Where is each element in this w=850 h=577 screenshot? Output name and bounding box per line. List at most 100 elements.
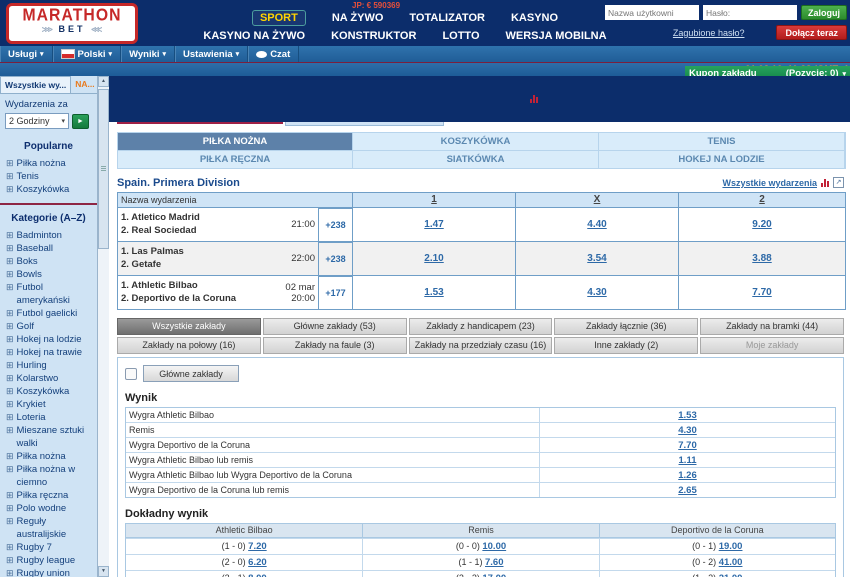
nav-kasyno[interactable]: KASYNO	[511, 12, 558, 24]
nav-totalizator[interactable]: TOTALIZATOR	[409, 12, 485, 24]
odds-link[interactable]: 1.26	[678, 470, 697, 481]
sidebar-category[interactable]: ⊞Rugby league	[0, 554, 97, 567]
sidebar-category[interactable]: ⊞Krykiet	[0, 398, 97, 411]
sidebar-category[interactable]: ⊞Piłka ręczna	[0, 489, 97, 502]
expand-icon[interactable]: ⊞	[6, 372, 14, 385]
sport-tab-tenis[interactable]: TENIS	[599, 133, 844, 150]
sidebar-item-tenis[interactable]: ⊞Tenis	[0, 170, 97, 183]
markets-count[interactable]: +238	[319, 242, 352, 275]
odds-1[interactable]: 1.53	[424, 287, 443, 298]
odds-x[interactable]: 4.40	[587, 219, 606, 230]
expand-icon[interactable]: ⊞	[6, 229, 14, 242]
market-tab-handicap[interactable]: Zakłady z handicapem (23)	[409, 318, 553, 335]
odds-link[interactable]: 17.00	[482, 573, 506, 577]
odds-x[interactable]: 4.30	[587, 287, 606, 298]
expand-icon[interactable]: ⊞	[6, 541, 14, 554]
sidebar-item-koszykowka[interactable]: ⊞Koszykówka	[0, 183, 97, 196]
expand-icon[interactable]: ⊞	[6, 307, 14, 320]
external-link-icon[interactable]: ↗	[833, 177, 844, 188]
menu-language[interactable]: Polski▾	[53, 46, 122, 62]
nav-sport[interactable]: SPORT	[252, 10, 306, 26]
sidebar-tab-live[interactable]: NA...	[71, 76, 97, 93]
expand-icon[interactable]: ⊞	[6, 515, 14, 541]
nav-wersja-mobilna[interactable]: WERSJA MOBILNA	[506, 30, 607, 42]
sidebar-category[interactable]: ⊞Reguły australijskie	[0, 515, 97, 541]
odds-link[interactable]: 19.00	[719, 541, 743, 552]
sidebar-category[interactable]: ⊞Hurling	[0, 359, 97, 372]
odds-header-1[interactable]: 1	[352, 193, 515, 207]
market-tab-goals[interactable]: Zakłady na bramki (44)	[700, 318, 844, 335]
expand-icon[interactable]: ⊞	[6, 411, 14, 424]
sport-tab-siatkowka[interactable]: SIATKÓWKA	[353, 151, 598, 168]
expand-icon[interactable]: ⊞	[6, 359, 14, 372]
expand-icon[interactable]: ⊞	[6, 463, 14, 489]
odds-link[interactable]: 7.70	[678, 440, 697, 451]
odds-link[interactable]: 1.53	[678, 410, 697, 421]
sidebar-category[interactable]: ⊞Futbol gaelicki	[0, 307, 97, 320]
odds-link[interactable]: 2.65	[678, 485, 697, 496]
sport-tab-hokej[interactable]: HOKEJ NA LODZIE	[599, 151, 844, 168]
events-period-select[interactable]: 2 Godziny▾	[5, 113, 69, 129]
odds-header-x[interactable]: X	[515, 193, 678, 207]
odds-link[interactable]: 1.11	[679, 455, 697, 466]
sport-tab-pilka-nozna[interactable]: PIŁKA NOŻNA	[118, 133, 352, 150]
menu-czat[interactable]: Czat	[248, 46, 299, 62]
go-button[interactable]: ►	[72, 114, 89, 129]
odds-header-2[interactable]: 2	[678, 193, 845, 207]
market-tab-time-intervals[interactable]: Zakłady na przedziały czasu (16)	[409, 337, 553, 354]
sidebar-category[interactable]: ⊞Kolarstwo	[0, 372, 97, 385]
expand-icon[interactable]: ⊞	[6, 398, 14, 411]
market-tab-my-bets[interactable]: Moje zakłady	[700, 337, 844, 354]
checkbox-icon[interactable]	[125, 368, 137, 380]
odds-link[interactable]: 4.30	[678, 425, 697, 436]
sidebar-category[interactable]: ⊞Koszykówka	[0, 385, 97, 398]
expand-icon[interactable]: ⊞	[6, 502, 14, 515]
lost-password-link[interactable]: Zagubione hasło?	[673, 28, 745, 38]
odds-link[interactable]: 41.00	[719, 557, 743, 568]
market-tab-fouls[interactable]: Zakłady na faule (3)	[263, 337, 407, 354]
nav-konstruktor[interactable]: KONSTRUKTOR	[331, 30, 416, 42]
expand-icon[interactable]: ⊞	[6, 489, 14, 502]
odds-link[interactable]: 7.20	[248, 541, 267, 552]
scrollbar-thumb[interactable]	[98, 89, 109, 249]
expand-icon[interactable]: ⊞	[6, 242, 14, 255]
expand-icon[interactable]: ⊞	[6, 346, 14, 359]
sport-tab-koszykowka[interactable]: KOSZYKÓWKA	[353, 133, 598, 150]
sidebar-category[interactable]: ⊞Badminton	[0, 229, 97, 242]
scroll-down-icon[interactable]: ▼	[98, 566, 109, 577]
sport-tab-pilka-reczna[interactable]: PIŁKA RĘCZNA	[118, 151, 352, 168]
login-button[interactable]: Zaloguj	[801, 5, 847, 20]
odds-1[interactable]: 1.47	[424, 219, 443, 230]
market-tab-totals[interactable]: Zakłady łącznie (36)	[554, 318, 698, 335]
expand-icon[interactable]: ⊞	[6, 281, 14, 307]
expand-icon[interactable]: ⊞	[6, 567, 14, 577]
expand-icon[interactable]: ⊞	[6, 320, 14, 333]
markets-count[interactable]: +177	[319, 276, 352, 309]
odds-x[interactable]: 3.54	[587, 253, 606, 264]
sidebar-category[interactable]: ⊞Piłka nożna	[0, 450, 97, 463]
expand-icon[interactable]: ⊞	[6, 170, 14, 183]
all-events-link[interactable]: Wszystkie wydarzenia	[722, 178, 817, 188]
nav-na-zywo[interactable]: NA ŻYWO	[332, 12, 384, 24]
sidebar-category[interactable]: ⊞Loteria	[0, 411, 97, 424]
sidebar-category[interactable]: ⊞Rugby 7	[0, 541, 97, 554]
expand-icon[interactable]: ⊞	[6, 385, 14, 398]
sidebar-category[interactable]: ⊞Hokej na trawie	[0, 346, 97, 359]
expand-icon[interactable]: ⊞	[6, 333, 14, 346]
statistics-icon[interactable]	[530, 95, 538, 103]
sidebar-category[interactable]: ⊞Polo wodne	[0, 502, 97, 515]
markets-count[interactable]: +238	[319, 208, 352, 241]
sidebar-category[interactable]: ⊞Golf	[0, 320, 97, 333]
market-tab-halves[interactable]: Zakłady na połowy (16)	[117, 337, 261, 354]
menu-ustawienia[interactable]: Ustawienia▾	[175, 46, 248, 62]
nav-kasyno-na-zywo[interactable]: KASYNO NA ŻYWO	[203, 30, 305, 42]
odds-link[interactable]: 6.20	[248, 557, 267, 568]
sidebar-category[interactable]: ⊞Futbol amerykański	[0, 281, 97, 307]
odds-link[interactable]: 21.00	[719, 573, 743, 577]
sidebar-category[interactable]: ⊞Rugby union	[0, 567, 97, 577]
odds-link[interactable]: 10.00	[482, 541, 506, 552]
sidebar-category[interactable]: ⊞Piłka nożna w ciemno	[0, 463, 97, 489]
expand-icon[interactable]: ⊞	[6, 183, 14, 196]
odds-1[interactable]: 2.10	[424, 253, 443, 264]
odds-2[interactable]: 7.70	[752, 287, 771, 298]
